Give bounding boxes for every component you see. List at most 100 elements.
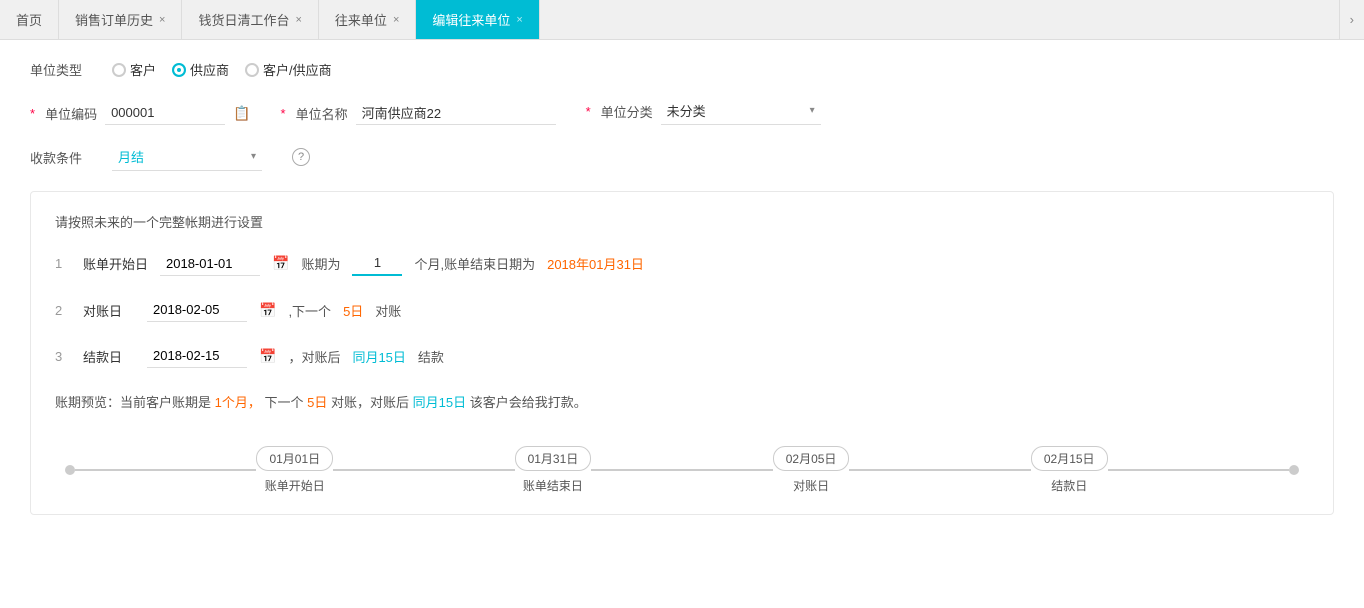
close-icon[interactable]: ×: [159, 14, 165, 26]
card-title: 请按照未来的一个完整帐期进行设置: [55, 212, 1309, 231]
payment-terms-value: 月结: [118, 147, 247, 166]
payment-desc-prefix: ，对账后: [288, 347, 340, 366]
calendar-icon-3[interactable]: 📅: [259, 348, 276, 365]
preview-highlight3: 同月15日: [413, 395, 466, 410]
timeline-line-4: [849, 469, 1030, 471]
radio-circle-supplier: [172, 63, 186, 77]
period-desc-months-prefix: 账期为: [301, 254, 340, 273]
reconcile-desc-prefix: ,下一个: [288, 301, 331, 320]
chevron-down-icon: ▾: [810, 105, 815, 116]
tab-edit-partner-units[interactable]: 编辑往来单位 ×: [416, 0, 539, 39]
radio-label-supplier: 供应商: [190, 60, 229, 79]
preview-suffix: 该客户会给我打款。: [470, 395, 587, 410]
timeline-line-1: [75, 469, 256, 471]
timeline-start-dot: [65, 465, 75, 475]
period-row-1: 1 账单开始日 📅 账期为 个月,账单结束日期为 2018年01月31日: [55, 251, 1309, 276]
copy-icon[interactable]: 📋: [233, 105, 250, 122]
unit-info-row: * 单位编码 📋 * 单位名称 * 单位分类 未分类 ▾: [30, 97, 1334, 125]
calendar-icon-1[interactable]: 📅: [272, 255, 289, 272]
period-label-2: 对账日: [83, 301, 135, 320]
unit-type-radio-group: 客户 供应商 客户/供应商: [112, 60, 332, 79]
period-num-1: 1: [55, 256, 71, 271]
timeline-pill-4: 02月15日: [1031, 446, 1108, 471]
timeline-node-2: 01月31日 账单结束日: [515, 446, 592, 494]
main-content: 单位类型 客户 供应商 客户/供应商 * 单位编码 📋 *: [0, 40, 1364, 608]
tab-cash-label: 钱货日清工作台: [198, 10, 289, 29]
chevron-right-icon: ›: [1350, 12, 1354, 27]
unit-code-input[interactable]: [105, 101, 225, 125]
period-row-2: 2 对账日 📅 ,下一个 5日 对账: [55, 298, 1309, 322]
unit-name-input[interactable]: [356, 101, 556, 125]
tab-home[interactable]: 首页: [0, 0, 59, 39]
calendar-icon-2[interactable]: 📅: [259, 302, 276, 319]
timeline-label-2: 账单结束日: [523, 477, 583, 494]
timeline-end-dot: [1289, 465, 1299, 475]
timeline-section: 01月01日 账单开始日 01月31日 账单结束日 02月05日: [55, 446, 1309, 494]
timeline-label-4: 结款日: [1051, 477, 1087, 494]
timeline-label-1: 账单开始日: [265, 477, 325, 494]
period-desc-months-suffix: 个月,账单结束日期为: [414, 254, 535, 273]
unit-type-row: 单位类型 客户 供应商 客户/供应商: [30, 60, 1334, 79]
start-date-input[interactable]: [160, 252, 260, 276]
timeline-line-3: [591, 469, 772, 471]
period-num-3: 3: [55, 349, 71, 364]
period-num-2: 2: [55, 303, 71, 318]
end-date-highlight: 2018年01月31日: [547, 254, 644, 273]
period-row-3: 3 结款日 📅 ，对账后 同月15日 结款: [55, 344, 1309, 368]
unit-name-label: 单位名称: [296, 104, 348, 123]
period-label-3: 结款日: [83, 347, 135, 366]
preview-highlight1: 1个月，: [215, 395, 261, 410]
reconcile-desc-suffix: 对账: [375, 301, 401, 320]
timeline-node-3: 02月05日 对账日: [773, 446, 850, 494]
timeline-track: 01月01日 账单开始日 01月31日 账单结束日 02月05日: [65, 446, 1299, 494]
timeline-label-3: 对账日: [793, 477, 829, 494]
unit-code-field: * 单位编码 📋: [30, 101, 251, 125]
timeline-pill-2: 01月31日: [515, 446, 592, 471]
unit-category-value: 未分类: [667, 101, 806, 120]
payment-desc-suffix: 结款: [418, 347, 444, 366]
unit-code-label: 单位编码: [45, 104, 97, 123]
required-star-name: *: [281, 106, 286, 121]
tab-sales-label: 销售订单历史: [75, 10, 153, 29]
radio-label-customer-supplier: 客户/供应商: [263, 60, 332, 79]
tab-edit-partner-label: 编辑往来单位: [432, 10, 510, 29]
payment-date-input[interactable]: [147, 344, 247, 368]
close-icon[interactable]: ×: [516, 14, 522, 26]
timeline-node-1: 01月01日 账单开始日: [256, 446, 333, 494]
unit-name-field: * 单位名称: [281, 101, 556, 125]
required-star-category: *: [586, 104, 591, 119]
preview-section: 账期预览：当前客户账期是 1个月， 下一个 5日 对账，对账后 同月15日 该客…: [55, 390, 1309, 416]
months-input[interactable]: [352, 251, 402, 276]
unit-type-label: 单位类型: [30, 60, 82, 79]
preview-middle: 下一个: [265, 395, 304, 410]
help-icon[interactable]: ?: [292, 148, 310, 166]
tab-sales-order-history[interactable]: 销售订单历史 ×: [59, 0, 182, 39]
unit-category-field: * 单位分类 未分类 ▾: [586, 97, 821, 125]
reconcile-date-input[interactable]: [147, 298, 247, 322]
tabs-bar: 首页 销售订单历史 × 钱货日清工作台 × 往来单位 × 编辑往来单位 × ›: [0, 0, 1364, 40]
timeline-line-2: [333, 469, 514, 471]
tab-partner-units[interactable]: 往来单位 ×: [319, 0, 416, 39]
timeline-node-4: 02月15日 结款日: [1031, 446, 1108, 494]
radio-customer-supplier[interactable]: 客户/供应商: [245, 60, 332, 79]
unit-category-label: 单位分类: [601, 102, 653, 121]
required-star-code: *: [30, 106, 35, 121]
payment-day-highlight: 同月15日: [352, 347, 405, 366]
radio-customer[interactable]: 客户: [112, 60, 156, 79]
chevron-down-icon: ▾: [251, 151, 256, 162]
tab-expand-button[interactable]: ›: [1339, 0, 1364, 39]
tab-partner-label: 往来单位: [335, 10, 387, 29]
settings-card: 请按照未来的一个完整帐期进行设置 1 账单开始日 📅 账期为 个月,账单结束日期…: [30, 191, 1334, 515]
payment-terms-label: 收款条件: [30, 148, 82, 167]
payment-terms-row: 收款条件 月结 ▾ ?: [30, 143, 1334, 171]
close-icon[interactable]: ×: [295, 14, 301, 26]
radio-supplier[interactable]: 供应商: [172, 60, 229, 79]
preview-prefix: 账期预览：当前客户账期是: [55, 395, 211, 410]
close-icon[interactable]: ×: [393, 14, 399, 26]
payment-terms-select[interactable]: 月结 ▾: [112, 143, 262, 171]
timeline-line-5: [1108, 469, 1289, 471]
timeline-pill-3: 02月05日: [773, 446, 850, 471]
unit-category-select[interactable]: 未分类 ▾: [661, 97, 821, 125]
tab-cash-goods[interactable]: 钱货日清工作台 ×: [182, 0, 318, 39]
radio-circle-customer-supplier: [245, 63, 259, 77]
